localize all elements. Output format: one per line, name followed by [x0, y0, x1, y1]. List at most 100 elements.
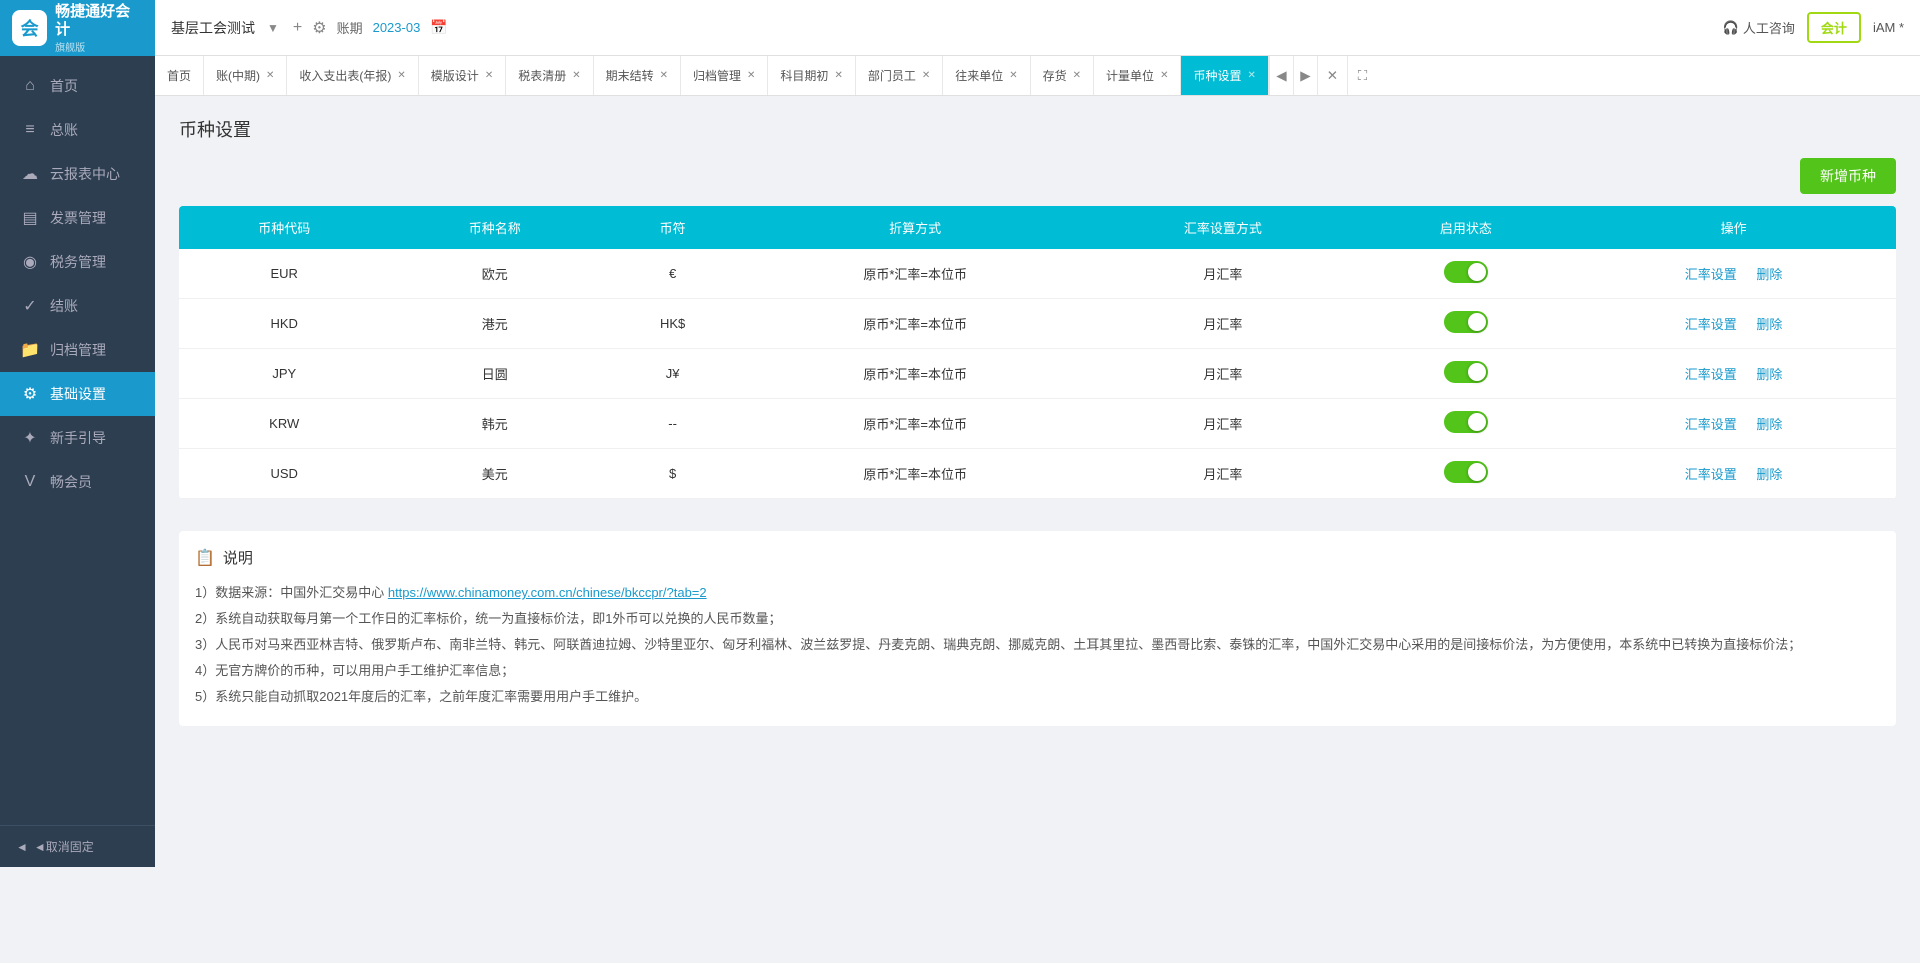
sidebar-item-checkout[interactable]: ✓ 结账	[0, 284, 155, 328]
sidebar-item-label: 首页	[50, 76, 78, 96]
tab-department[interactable]: 部门员工 ✕	[856, 56, 943, 95]
period-label: 账期	[337, 18, 363, 37]
cell-actions: 汇率设置 删除	[1571, 449, 1896, 499]
sidebar-item-ledger[interactable]: ≡ 总账	[0, 108, 155, 152]
tab-close-icon[interactable]: ✕	[1073, 70, 1081, 81]
delete-link[interactable]: 删除	[1756, 367, 1782, 382]
rate-setting-link[interactable]: 汇率设置	[1685, 317, 1737, 332]
toggle-switch[interactable]	[1444, 361, 1488, 383]
delete-link[interactable]: 删除	[1756, 467, 1782, 482]
user-btn[interactable]: iAM *	[1873, 20, 1904, 35]
period-value[interactable]: 2023-03	[373, 20, 421, 35]
cell-calc: 原币*汇率=本位币	[745, 449, 1085, 499]
cell-calc: 原币*汇率=本位币	[745, 299, 1085, 349]
sidebar-item-archive[interactable]: 📁 归档管理	[0, 328, 155, 372]
toggle-thumb	[1468, 363, 1486, 381]
tab-close-icon[interactable]: ✕	[266, 70, 274, 81]
tab-unit[interactable]: 计量单位 ✕	[1094, 56, 1181, 95]
service-btn[interactable]: 🎧 人工咨询	[1723, 18, 1795, 37]
tab-close-icon[interactable]: ✕	[660, 70, 668, 81]
tab-next-btn[interactable]: ▶	[1293, 56, 1317, 95]
rate-setting-link[interactable]: 汇率设置	[1685, 417, 1737, 432]
cell-status	[1361, 449, 1571, 499]
rate-setting-link[interactable]: 汇率设置	[1685, 467, 1737, 482]
toggle-thumb	[1468, 413, 1486, 431]
company-dropdown[interactable]: ▼	[267, 21, 279, 35]
sidebar-item-tax[interactable]: ◉ 税务管理	[0, 240, 155, 284]
sidebar-item-home[interactable]: ⌂ 首页	[0, 64, 155, 108]
delete-link[interactable]: 删除	[1756, 417, 1782, 432]
tab-close-icon[interactable]: ✕	[1009, 70, 1017, 81]
tab-close-icon[interactable]: ✕	[1247, 70, 1255, 81]
company-name[interactable]: 基层工会测试	[171, 18, 255, 38]
tab-tax[interactable]: 税表清册 ✕	[506, 56, 593, 95]
tab-income-report[interactable]: 收入支出表(年报) ✕	[287, 56, 418, 95]
cell-actions: 汇率设置 删除	[1571, 299, 1896, 349]
table-row: JPY 日圆 J¥ 原币*汇率=本位币 月汇率 汇率设置 删除	[179, 349, 1896, 399]
rate-setting-link[interactable]: 汇率设置	[1685, 267, 1737, 282]
sidebar-item-reports[interactable]: ☁ 云报表中心	[0, 152, 155, 196]
toggle-switch[interactable]	[1444, 311, 1488, 333]
tab-partners[interactable]: 往来单位 ✕	[943, 56, 1030, 95]
tab-archive[interactable]: 归档管理 ✕	[681, 56, 768, 95]
calendar-icon[interactable]: 📅	[430, 19, 447, 36]
sidebar-pin-toggle[interactable]: ◄ ◄取消固定	[0, 825, 155, 867]
tab-expand-btn[interactable]: ⛶	[1347, 56, 1377, 95]
toggle-track	[1444, 311, 1488, 333]
tab-label: 账(中期)	[216, 67, 260, 84]
sidebar-item-invoice[interactable]: ▤ 发票管理	[0, 196, 155, 240]
tab-label: 收入支出表(年报)	[299, 67, 391, 84]
tab-period-end[interactable]: 期末结转 ✕	[594, 56, 681, 95]
tab-currency[interactable]: 币种设置 ✕	[1181, 56, 1268, 95]
company-settings-btn[interactable]: ⚙	[312, 18, 326, 38]
tab-period[interactable]: 账(中期) ✕	[204, 56, 287, 95]
toggle-switch[interactable]	[1444, 261, 1488, 283]
toggle-thumb	[1468, 263, 1486, 281]
delete-link[interactable]: 删除	[1756, 317, 1782, 332]
sidebar-item-member[interactable]: V 畅会员	[0, 460, 155, 504]
tab-label: 币种设置	[1193, 67, 1241, 84]
tab-prev-btn[interactable]: ◀	[1269, 56, 1293, 95]
tab-template[interactable]: 模版设计 ✕	[419, 56, 506, 95]
cell-symbol: $	[600, 449, 745, 499]
sidebar-item-basic[interactable]: ⚙ 基础设置	[0, 372, 155, 416]
tab-subject-init[interactable]: 科目期初 ✕	[768, 56, 855, 95]
account-btn[interactable]: 会计	[1807, 12, 1861, 43]
cell-calc: 原币*汇率=本位币	[745, 249, 1085, 299]
tab-close-icon[interactable]: ✕	[1160, 70, 1168, 81]
app-logo[interactable]: 会 畅捷通好会计 旗舰版	[0, 0, 155, 56]
sidebar-item-guide[interactable]: ✦ 新手引导	[0, 416, 155, 460]
cell-status	[1361, 299, 1571, 349]
tab-label: 存货	[1043, 67, 1067, 84]
tab-home[interactable]: 首页	[155, 56, 204, 95]
tab-inventory[interactable]: 存货 ✕	[1031, 56, 1094, 95]
new-currency-btn[interactable]: 新增币种	[1800, 158, 1896, 194]
toggle-switch[interactable]	[1444, 411, 1488, 433]
toggle-thumb	[1468, 463, 1486, 481]
rate-setting-link[interactable]: 汇率设置	[1685, 367, 1737, 382]
ledger-icon: ≡	[20, 121, 40, 139]
cell-rate-type: 月汇率	[1085, 299, 1361, 349]
delete-link[interactable]: 删除	[1756, 267, 1782, 282]
tab-close-all-btn[interactable]: ✕	[1317, 56, 1347, 95]
tab-close-icon[interactable]: ✕	[572, 70, 580, 81]
tab-label: 往来单位	[955, 67, 1003, 84]
cell-name: 日圆	[389, 349, 599, 399]
tab-close-icon[interactable]: ✕	[397, 70, 405, 81]
sidebar-item-label: 畅会员	[50, 472, 92, 492]
tab-close-icon[interactable]: ✕	[747, 70, 755, 81]
toggle-switch[interactable]	[1444, 461, 1488, 483]
notes-link[interactable]: https://www.chinamoney.com.cn/chinese/bk…	[388, 585, 707, 600]
tab-bar: 首页 账(中期) ✕ 收入支出表(年报) ✕ 模版设计 ✕ 税表清册 ✕ 期末结…	[155, 56, 1920, 96]
tab-label: 科目期初	[780, 67, 828, 84]
tab-close-icon[interactable]: ✕	[922, 70, 930, 81]
tab-close-icon[interactable]: ✕	[485, 70, 493, 81]
sidebar-item-label: 发票管理	[50, 208, 106, 228]
guide-icon: ✦	[20, 428, 40, 448]
tab-label: 期末结转	[606, 67, 654, 84]
th-action: 操作	[1571, 206, 1896, 249]
tab-close-icon[interactable]: ✕	[834, 70, 842, 81]
add-company-btn[interactable]: +	[293, 19, 302, 37]
th-code: 币种代码	[179, 206, 389, 249]
page-title: 币种设置	[179, 116, 1896, 142]
